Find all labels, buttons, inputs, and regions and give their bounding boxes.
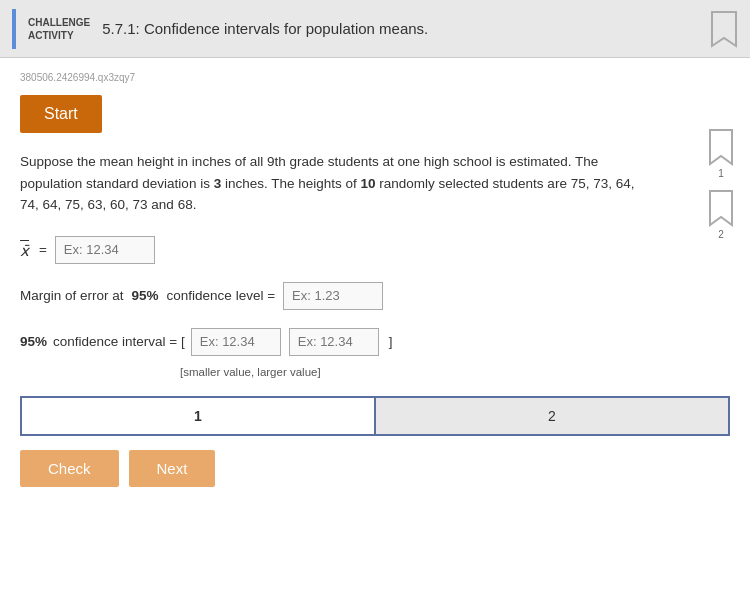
xbar-symbol: x̄ — [20, 240, 29, 260]
margin-row: Margin of error at 95% confidence level … — [20, 282, 730, 310]
activity-id: 380506.2426994.qx3zqy7 — [20, 72, 730, 83]
sidebar-bookmark-icon-1 — [708, 128, 734, 166]
answer-tab-1[interactable]: 1 — [22, 398, 376, 434]
answer-tab-2[interactable]: 2 — [376, 398, 728, 434]
xbar-equals: = — [39, 242, 47, 257]
main-content: 1 2 380506.2426994.qx3zqy7 Start Suppose… — [0, 58, 750, 611]
n-students-value: 10 — [361, 176, 376, 191]
header-labels: CHALLENGE ACTIVITY — [28, 16, 90, 42]
ci-hint: [smaller value, larger value] — [180, 366, 321, 378]
ci-label-before: confidence interval = [ — [53, 334, 185, 349]
problem-text: Suppose the mean height in inches of all… — [20, 151, 640, 216]
header: CHALLENGE ACTIVITY 5.7.1: Confidence int… — [0, 0, 750, 58]
next-button[interactable]: Next — [129, 450, 216, 487]
xbar-row: x̄ = — [20, 236, 730, 264]
check-button[interactable]: Check — [20, 450, 119, 487]
sidebar-bookmark-icon-2 — [708, 189, 734, 227]
sidebar-bookmark-2[interactable]: 2 — [708, 189, 734, 240]
sidebar-bookmark-label-2: 2 — [718, 229, 724, 240]
confidence-level-margin: 95% — [132, 288, 159, 303]
margin-label-before: Margin of error at — [20, 288, 124, 303]
sidebar-bookmark-1[interactable]: 1 — [708, 128, 734, 179]
margin-label-after: confidence level = — [167, 288, 275, 303]
header-label-line1: CHALLENGE — [28, 16, 90, 29]
header-label-line2: ACTIVITY — [28, 29, 90, 42]
header-title: 5.7.1: Confidence intervals for populati… — [102, 20, 698, 37]
sidebar-bookmark-label-1: 1 — [718, 168, 724, 179]
ci-inner: 95% confidence interval = [ ] — [20, 328, 393, 356]
ci-bracket-end: ] — [389, 334, 393, 349]
xbar-input[interactable] — [55, 236, 155, 264]
header-accent-bar — [12, 9, 16, 49]
svg-marker-0 — [712, 12, 736, 46]
bookmark-svg — [710, 10, 738, 48]
bookmark-icon[interactable] — [710, 10, 738, 48]
start-button[interactable]: Start — [20, 95, 102, 133]
ci-row: 95% confidence interval = [ ] [smaller v… — [20, 328, 730, 378]
ci-input-upper[interactable] — [289, 328, 379, 356]
ci-confidence-level: 95% — [20, 334, 47, 349]
svg-marker-2 — [710, 191, 732, 225]
ci-input-lower[interactable] — [191, 328, 281, 356]
action-row: Check Next — [20, 450, 730, 487]
answer-tabs: 1 2 — [20, 396, 730, 436]
margin-input[interactable] — [283, 282, 383, 310]
problem-text-middle: inches. The heights of — [221, 176, 360, 191]
right-sidebar: 1 2 — [708, 128, 734, 240]
svg-marker-1 — [710, 130, 732, 164]
